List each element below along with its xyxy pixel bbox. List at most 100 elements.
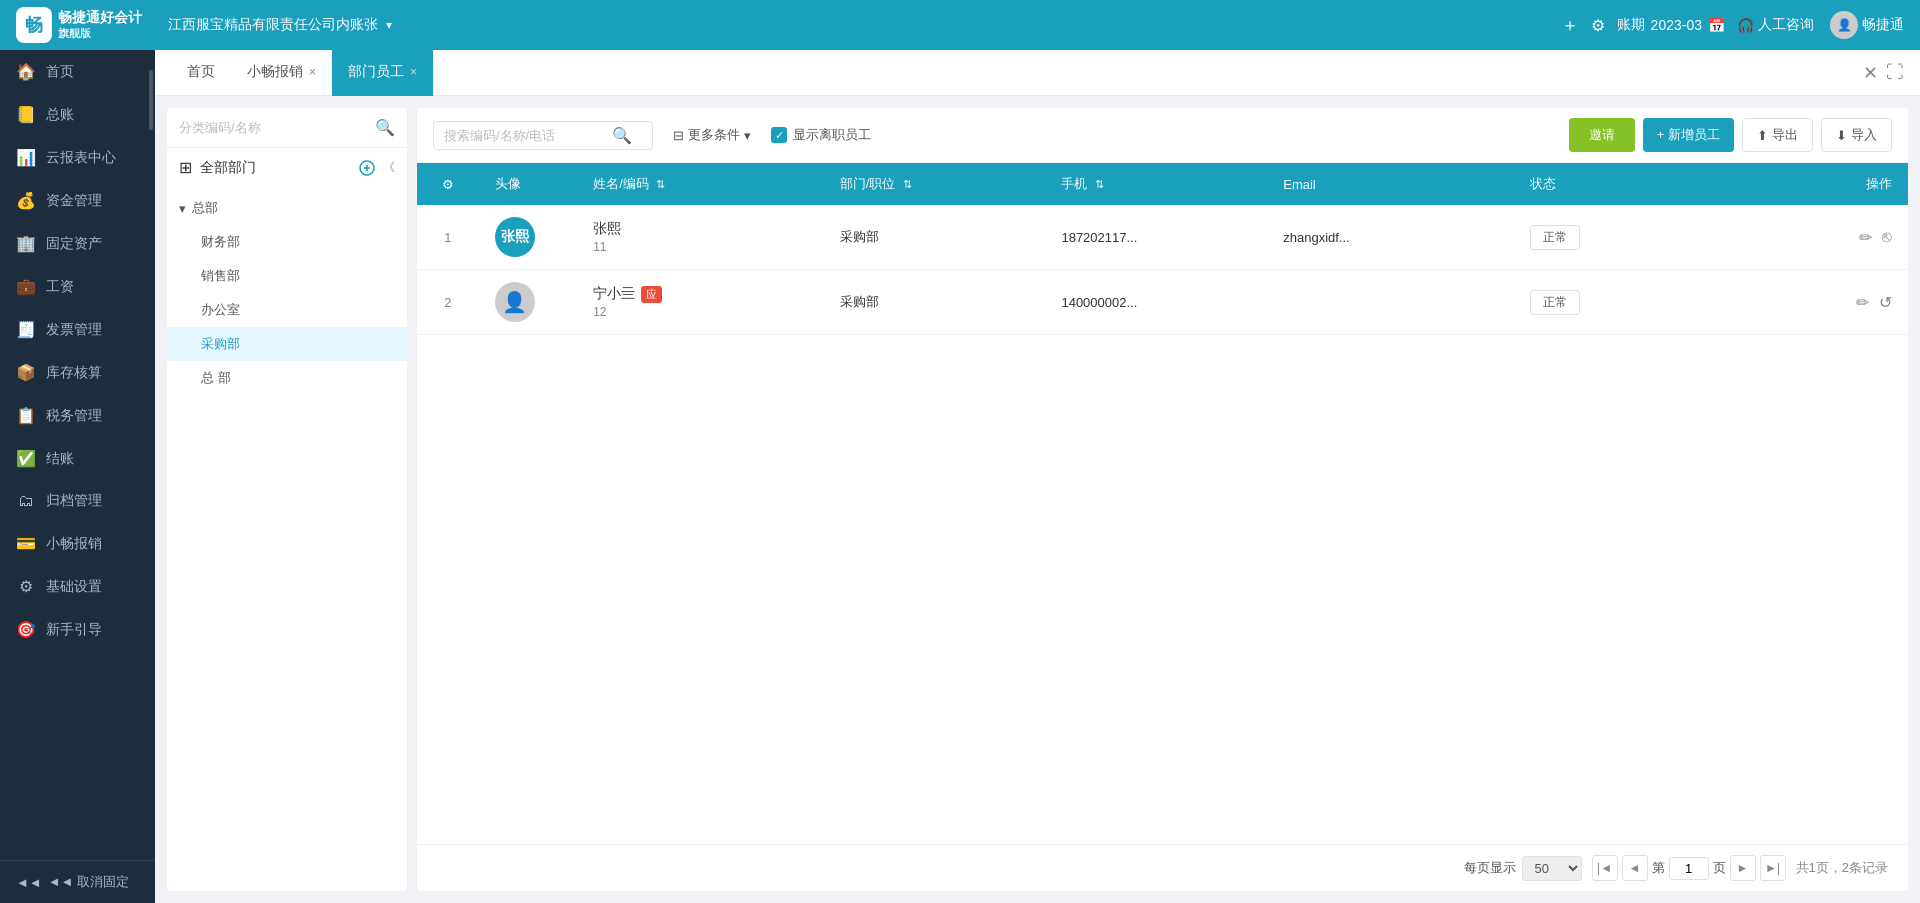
col-status-label: 状态 bbox=[1530, 176, 1556, 191]
row1-edit-button[interactable]: ✏ bbox=[1859, 228, 1872, 247]
unpin-icon: ◄◄ bbox=[16, 875, 42, 890]
next-page-button[interactable]: ► bbox=[1730, 855, 1756, 881]
unpin-label: ◄◄ 取消固定 bbox=[48, 873, 129, 891]
sort-name-icon[interactable]: ⇅ bbox=[656, 178, 665, 190]
col-phone[interactable]: 手机 ⇅ bbox=[1045, 163, 1267, 205]
invite-button[interactable]: 邀请 bbox=[1569, 118, 1635, 152]
page-input[interactable] bbox=[1669, 857, 1709, 880]
tab-expense[interactable]: 小畅报销 × bbox=[231, 50, 332, 96]
dept-item-label-sales: 销售部 bbox=[201, 267, 240, 285]
dept-tree-item-general[interactable]: 总 部 bbox=[167, 361, 407, 395]
last-page-button[interactable]: ►| bbox=[1760, 855, 1786, 881]
dept-collapse-button[interactable]: 《 bbox=[383, 159, 395, 176]
tax-icon: 📋 bbox=[16, 406, 36, 425]
col-status: 状态 bbox=[1514, 163, 1760, 205]
settings-icon[interactable]: ⚙ bbox=[1591, 16, 1605, 35]
table-settings-icon[interactable]: ⚙ bbox=[442, 177, 454, 192]
row2-edit-button[interactable]: ✏ bbox=[1856, 293, 1869, 312]
sidebar-item-salary[interactable]: 💼 工资 bbox=[0, 265, 155, 308]
dept-search-input[interactable] bbox=[179, 120, 367, 135]
dept-tree-item-finance[interactable]: 财务部 bbox=[167, 225, 407, 259]
first-page-button[interactable]: |◄ bbox=[1592, 855, 1618, 881]
sidebar-item-ledger[interactable]: 📒 总账 bbox=[0, 93, 155, 136]
dept-item-label-finance: 财务部 bbox=[201, 233, 240, 251]
checkout-icon: ✅ bbox=[16, 449, 36, 468]
employee-search-box[interactable]: 🔍 bbox=[433, 121, 653, 150]
support-link[interactable]: 🎧 人工咨询 bbox=[1737, 16, 1814, 34]
sidebar-item-settings[interactable]: ⚙ 基础设置 bbox=[0, 565, 155, 608]
row2-num: 2 bbox=[417, 270, 479, 335]
dept-tree-item-office[interactable]: 办公室 bbox=[167, 293, 407, 327]
sidebar-item-archive[interactable]: 🗂 归档管理 bbox=[0, 480, 155, 522]
sidebar-item-invoice[interactable]: 🧾 发票管理 bbox=[0, 308, 155, 351]
dept-tree-item-purchase[interactable]: 采购部 bbox=[167, 327, 407, 361]
sidebar-item-funds[interactable]: 💰 资金管理 bbox=[0, 179, 155, 222]
pagination: 每页显示 10 20 50 100 |◄ ◄ 第 bbox=[417, 844, 1908, 891]
sidebar-item-home[interactable]: 🏠 首页 bbox=[0, 50, 155, 93]
col-name-code[interactable]: 姓名/编码 ⇅ bbox=[577, 163, 823, 205]
tab-department-close[interactable]: × bbox=[410, 65, 417, 79]
col-dept[interactable]: 部门/职位 ⇅ bbox=[824, 163, 1046, 205]
row1-delete-button[interactable]: ⎋ bbox=[1882, 228, 1892, 247]
dept-edit-button[interactable] bbox=[359, 160, 375, 176]
user-menu[interactable]: 👤 畅捷通 bbox=[1830, 11, 1904, 39]
row2-refresh-button[interactable]: ↺ bbox=[1879, 293, 1892, 312]
close-window-icon[interactable]: ✕ bbox=[1863, 62, 1878, 84]
company-dropdown-icon[interactable]: ▾ bbox=[386, 18, 392, 32]
sort-phone-icon[interactable]: ⇅ bbox=[1095, 178, 1104, 190]
sidebar-item-assets[interactable]: 🏢 固定资产 bbox=[0, 222, 155, 265]
topbar: 畅 畅捷通好会计 旗舰版 江西服宝精品有限责任公司内账张 ▾ ＋ ⚙ 账期 20… bbox=[0, 0, 1920, 50]
import-button[interactable]: ⬇ 导入 bbox=[1821, 118, 1892, 152]
sidebar-item-inventory[interactable]: 📦 库存核算 bbox=[0, 351, 155, 394]
app-name: 畅捷通好会计 bbox=[58, 9, 142, 26]
unpin-button[interactable]: ◄◄ ◄◄ 取消固定 bbox=[0, 860, 155, 903]
row2-name: 宁小亖 bbox=[593, 285, 635, 303]
row1-num: 1 bbox=[417, 205, 479, 270]
assets-icon: 🏢 bbox=[16, 234, 36, 253]
per-page-select[interactable]: 10 20 50 100 bbox=[1522, 856, 1582, 881]
sidebar-item-checkout[interactable]: ✅ 结账 bbox=[0, 437, 155, 480]
avatar: 👤 bbox=[1830, 11, 1858, 39]
row1-action-buttons: ✏ ⎋ bbox=[1776, 228, 1892, 247]
add-button[interactable]: ＋ bbox=[1561, 13, 1579, 37]
show-resigned-toggle[interactable]: ✓ 显示离职员工 bbox=[771, 126, 871, 144]
import-label: 导入 bbox=[1851, 126, 1877, 144]
tab-department-label: 部门员工 bbox=[348, 63, 404, 81]
sidebar-item-tax[interactable]: 📋 税务管理 bbox=[0, 394, 155, 437]
tab-expense-close[interactable]: × bbox=[309, 65, 316, 79]
dept-tree-item-root[interactable]: ▾ 总部 bbox=[167, 191, 407, 225]
company-name: 江西服宝精品有限责任公司内账张 bbox=[168, 16, 378, 34]
calendar-icon[interactable]: 📅 bbox=[1708, 17, 1725, 33]
tab-expense-label: 小畅报销 bbox=[247, 63, 303, 81]
sidebar-label-ledger: 总账 bbox=[46, 106, 74, 124]
sidebar-scrollbar[interactable] bbox=[149, 70, 153, 130]
tab-home-label: 首页 bbox=[187, 63, 215, 81]
col-name-code-label: 姓名/编码 bbox=[593, 176, 649, 191]
sort-dept-icon[interactable]: ⇅ bbox=[903, 178, 912, 190]
tab-department[interactable]: 部门员工 × bbox=[332, 50, 433, 96]
app-sub: 旗舰版 bbox=[58, 26, 142, 41]
dept-search-icon[interactable]: 🔍 bbox=[375, 118, 395, 137]
sidebar-item-reports[interactable]: 📊 云报表中心 bbox=[0, 136, 155, 179]
tab-home[interactable]: 首页 bbox=[171, 50, 231, 96]
row2-action-buttons: ✏ ↺ bbox=[1776, 293, 1892, 312]
prev-page-button[interactable]: ◄ bbox=[1622, 855, 1648, 881]
add-employee-button[interactable]: + 新增员工 bbox=[1643, 118, 1734, 152]
dept-tree-item-sales[interactable]: 销售部 bbox=[167, 259, 407, 293]
show-resigned-label: 显示离职员工 bbox=[793, 126, 871, 144]
dept-item-label-root: 总部 bbox=[192, 199, 218, 217]
fullscreen-icon[interactable]: ⛶ bbox=[1886, 62, 1904, 83]
search-icon[interactable]: 🔍 bbox=[612, 126, 632, 145]
ledger-icon: 📒 bbox=[16, 105, 36, 124]
sidebar-item-guide[interactable]: 🎯 新手引导 bbox=[0, 608, 155, 651]
export-button[interactable]: ⬆ 导出 bbox=[1742, 118, 1813, 152]
row2-actions: ✏ ↺ bbox=[1760, 270, 1908, 335]
grid-icon: ⊞ bbox=[179, 158, 192, 177]
col-settings[interactable]: ⚙ bbox=[417, 163, 479, 205]
sidebar-item-expense[interactable]: 💳 小畅报销 bbox=[0, 522, 155, 565]
employee-search-input[interactable] bbox=[444, 128, 604, 143]
company-selector[interactable]: 江西服宝精品有限责任公司内账张 ▾ bbox=[168, 16, 1549, 34]
sidebar-label-salary: 工资 bbox=[46, 278, 74, 296]
more-filters-button[interactable]: ⊟ 更多条件 ▾ bbox=[663, 121, 761, 149]
period-selector[interactable]: 账期 2023-03 📅 bbox=[1617, 16, 1725, 34]
